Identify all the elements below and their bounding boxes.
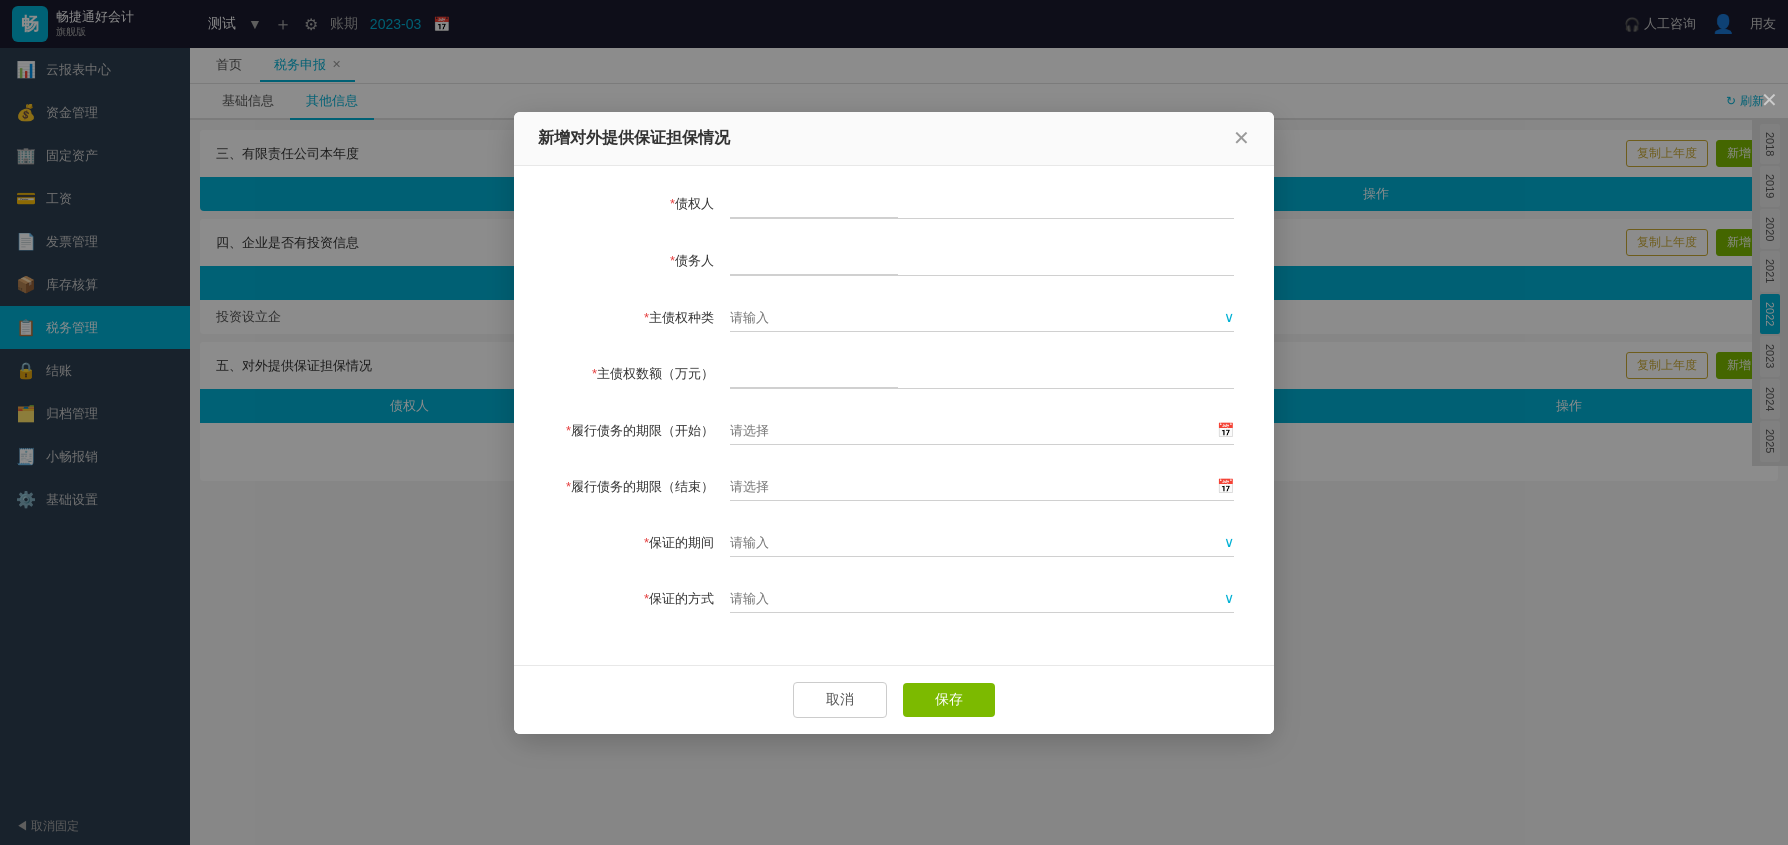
form-label-perform-end: *履行债务的期限（结束） xyxy=(554,478,714,496)
modal-footer: 取消 保存 xyxy=(514,665,1274,734)
required-star-creditor: * xyxy=(670,196,675,211)
modal-title: 新增对外提供保证担保情况 xyxy=(538,128,730,149)
input-claim-amount[interactable] xyxy=(730,360,898,388)
form-label-guarantee-method: *保证的方式 xyxy=(554,590,714,608)
required-star-guarantee-method: * xyxy=(644,591,649,606)
form-row-guarantee-method: *保证的方式 ∨ xyxy=(554,585,1234,613)
form-label-guarantee-period: *保证的期间 xyxy=(554,534,714,552)
modal-close-btn[interactable]: ✕ xyxy=(1233,128,1250,148)
save-button[interactable]: 保存 xyxy=(903,683,995,717)
modal-body: *债权人*债务人*主债权种类∨*主债权数额（万元）*履行债务的期限（开始）📅*履… xyxy=(514,166,1274,665)
date-wrap-perform-end[interactable]: 📅 xyxy=(730,473,1234,501)
form-row-creditor: *债权人 xyxy=(554,190,1234,219)
form-row-perform-end: *履行债务的期限（结束） 📅 xyxy=(554,473,1234,501)
required-star-perform-end: * xyxy=(566,479,571,494)
form-row-guarantee-period: *保证的期间 ∨ xyxy=(554,529,1234,557)
form-row-perform-start: *履行债务的期限（开始） 📅 xyxy=(554,417,1234,445)
required-star-claim-type: * xyxy=(644,310,649,325)
date-input-perform-start[interactable] xyxy=(730,417,1217,444)
chevron-down-icon-guarantee-method[interactable]: ∨ xyxy=(1224,590,1234,606)
form-row-debtor: *债务人 xyxy=(554,247,1234,276)
modal-header: 新增对外提供保证担保情况 ✕ xyxy=(514,112,1274,166)
modal-overlay: ✕ 新增对外提供保证担保情况 ✕ *债权人 *债务人 *主债权种类 ∨ *主债权数额（万… xyxy=(0,0,1788,845)
required-star-claim-amount: * xyxy=(592,366,597,381)
select-input-guarantee-method[interactable] xyxy=(730,585,1224,612)
form-row-claim-amount: *主债权数额（万元） xyxy=(554,360,1234,389)
form-label-perform-start: *履行债务的期限（开始） xyxy=(554,422,714,440)
date-input-perform-end[interactable] xyxy=(730,473,1217,500)
cancel-button[interactable]: 取消 xyxy=(793,682,887,718)
select-input-claim-type[interactable] xyxy=(730,304,1224,331)
select-wrap-claim-type[interactable]: ∨ xyxy=(730,304,1234,332)
form-label-claim-type: *主债权种类 xyxy=(554,309,714,327)
select-wrap-guarantee-period[interactable]: ∨ xyxy=(730,529,1234,557)
select-input-guarantee-period[interactable] xyxy=(730,529,1224,556)
required-star-perform-start: * xyxy=(566,423,571,438)
outer-close-btn[interactable]: ✕ xyxy=(1761,88,1778,112)
form-label-claim-amount: *主债权数额（万元） xyxy=(554,365,714,383)
form-row-claim-type: *主债权种类 ∨ xyxy=(554,304,1234,332)
select-wrap-guarantee-method[interactable]: ∨ xyxy=(730,585,1234,613)
form-label-creditor: *债权人 xyxy=(554,195,714,213)
chevron-down-icon-claim-type[interactable]: ∨ xyxy=(1224,309,1234,325)
calendar-icon-perform-end[interactable]: 📅 xyxy=(1217,478,1234,494)
date-wrap-perform-start[interactable]: 📅 xyxy=(730,417,1234,445)
required-star-debtor: * xyxy=(670,253,675,268)
form-label-debtor: *债务人 xyxy=(554,252,714,270)
required-star-guarantee-period: * xyxy=(644,535,649,550)
input-debtor[interactable] xyxy=(730,247,898,275)
chevron-down-icon-guarantee-period[interactable]: ∨ xyxy=(1224,534,1234,550)
modal: 新增对外提供保证担保情况 ✕ *债权人 *债务人 *主债权种类 ∨ *主债权数额（万元）… xyxy=(514,112,1274,734)
calendar-icon-perform-start[interactable]: 📅 xyxy=(1217,422,1234,438)
input-creditor[interactable] xyxy=(730,190,898,218)
